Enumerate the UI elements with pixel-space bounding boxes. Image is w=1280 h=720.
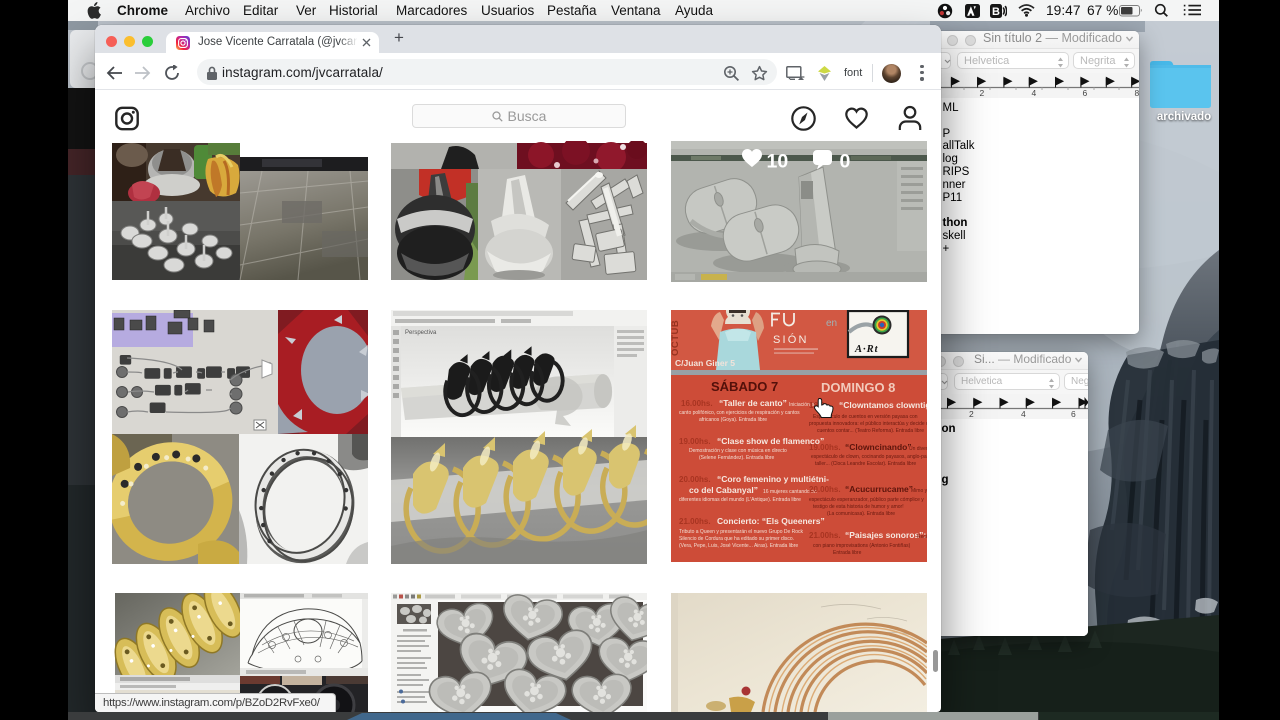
- svg-text:4: 4: [1032, 88, 1037, 98]
- svg-text:canto polifónico, con ejercici: canto polifónico, con ejercicios de resp…: [679, 410, 800, 416]
- svg-text:Entrada libre: Entrada libre: [833, 550, 862, 556]
- svg-text:con piano improvisations (Anto: con piano improvisations (Antonio Fontiñ…: [813, 543, 911, 549]
- svg-text:Concierto: “Els Queeners”: Concierto: “Els Queeners”: [717, 516, 825, 526]
- svg-text:21.00hs.: 21.00hs.: [809, 531, 841, 540]
- svg-text:21.00hs.: 21.00hs.: [679, 517, 711, 526]
- svg-text:(Selene Fernández). Entrada li: (Selene Fernández). Entrada libre: [699, 455, 775, 461]
- svg-text:0: 0: [840, 151, 851, 173]
- svg-text:“Clowncinando”: “Clowncinando”: [845, 442, 912, 452]
- svg-text:taller... (Cloca Leandre Escol: taller... (Cloca Leandre Escolar). Entra…: [815, 461, 916, 467]
- svg-text:en: en: [826, 318, 837, 329]
- svg-text:Un divertido: Un divertido: [909, 446, 927, 452]
- svg-text:co del Cabanyal”: co del Cabanyal”: [689, 485, 758, 495]
- svg-text:19.00hs.: 19.00hs.: [809, 443, 841, 452]
- svg-text:6: 6: [1071, 409, 1076, 419]
- svg-text:16.00hs.: 16.00hs.: [681, 399, 713, 408]
- svg-text:SÁBADO 7: SÁBADO 7: [711, 379, 778, 394]
- svg-text:“Coro femenino y multiétni-: “Coro femenino y multiétni-: [717, 474, 829, 484]
- svg-text:19.00hs.: 19.00hs.: [679, 437, 711, 446]
- svg-text:A·Rt: A·Rt: [854, 344, 879, 355]
- svg-text:africanos (Goya). Entrada libr: africanos (Goya). Entrada libre: [699, 417, 767, 423]
- svg-text:diferentes idiomas del mundo (: diferentes idiomas del mundo (L'Antique)…: [679, 497, 801, 503]
- svg-text:(Vera, Pepe, Luis, José Vicent: (Vera, Pepe, Luis, José Vicente... Airas…: [679, 543, 798, 549]
- svg-text:Recital de: Recital de: [917, 534, 927, 540]
- svg-text:2: 2: [969, 409, 974, 419]
- svg-text:SIÓN: SIÓN: [773, 333, 809, 346]
- svg-text:Silencio de Cordura que ha edi: Silencio de Cordura que ha editado su pr…: [679, 536, 794, 542]
- svg-text:propuesta innovadora: el públi: propuesta innovadora: el público interac…: [809, 421, 927, 427]
- svg-text:“Paisajes sonoros”:: “Paisajes sonoros”:: [845, 530, 926, 540]
- svg-text:B: B: [992, 6, 1000, 18]
- svg-text:Demostración y clase con músic: Demostración y clase con música en direc…: [689, 448, 787, 454]
- svg-text:Perspectiva: Perspectiva: [405, 330, 437, 336]
- svg-text:espectáculo de clown, cocinand: espectáculo de clown, cocinando payasos,…: [811, 454, 927, 460]
- svg-text:2: 2: [980, 88, 985, 98]
- svg-text:“Acucurrucame”: “Acucurrucame”: [845, 484, 913, 494]
- svg-text:6: 6: [1083, 88, 1088, 98]
- svg-text:20.00hs.: 20.00hs.: [809, 485, 841, 494]
- svg-text:OCTUB: OCTUB: [671, 320, 681, 356]
- svg-text:4: 4: [1021, 409, 1026, 419]
- svg-text:C/Juan Giner 5: C/Juan Giner 5: [675, 358, 735, 368]
- svg-text:cuentos contar... (Teatro Refo: cuentos contar... (Teatro Reforma). Entr…: [817, 428, 924, 434]
- svg-text:testigo de esta historia de hu: testigo de esta historia de humor y amor…: [813, 504, 904, 510]
- svg-text:Mimo y clown,: Mimo y clown,: [911, 488, 927, 494]
- svg-text:“Clowntamos clowntigo”: “Clowntamos clowntigo”: [839, 400, 927, 410]
- svg-text:“Taller de canto”: “Taller de canto”: [719, 398, 787, 408]
- svg-text:8: 8: [1135, 88, 1140, 98]
- svg-text:Tributo a Queen y presentarán: Tributo a Queen y presentarán el nuevo G…: [679, 529, 804, 535]
- svg-text:espectáculo esperanzador, públ: espectáculo esperanzador, público parte …: [809, 497, 924, 503]
- svg-text:DOMINGO 8: DOMINGO 8: [821, 380, 895, 395]
- svg-text:20.00hs.: 20.00hs.: [679, 475, 711, 484]
- svg-text:10: 10: [767, 151, 789, 173]
- svg-text:(La comunicasa). Entrada libre: (La comunicasa). Entrada libre: [827, 511, 895, 517]
